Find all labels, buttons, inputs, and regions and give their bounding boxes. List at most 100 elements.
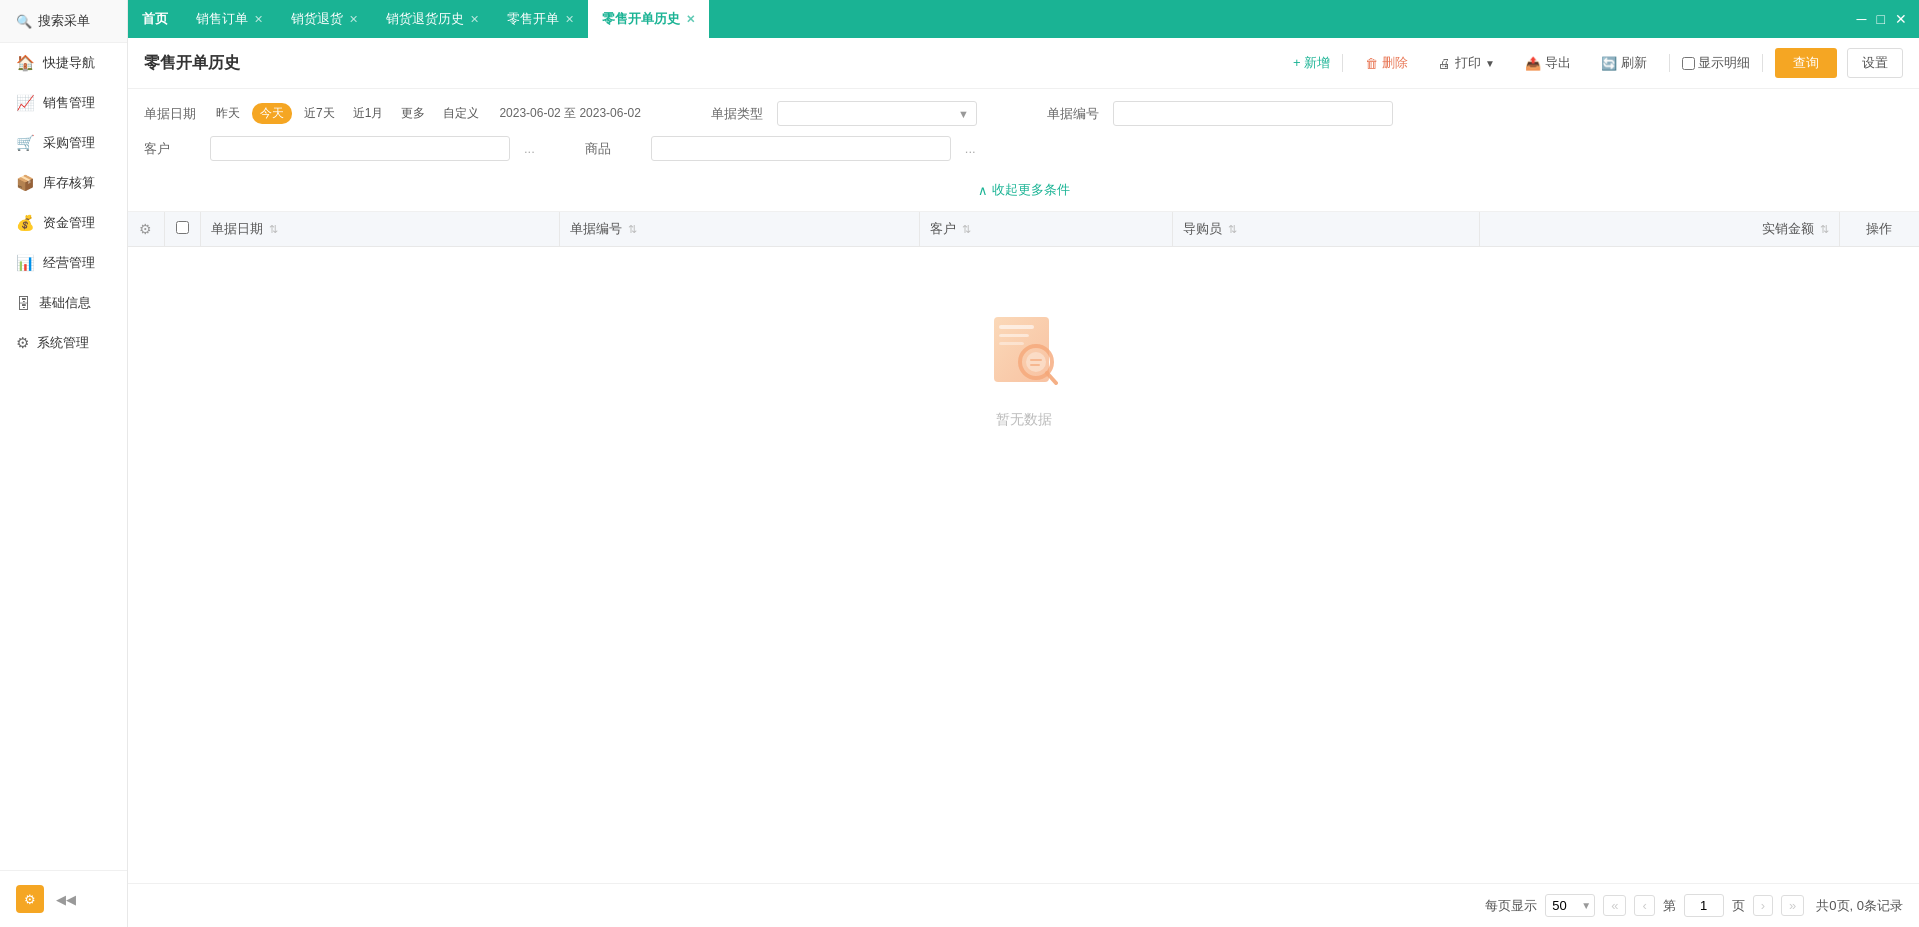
date-opt-custom[interactable]: 自定义: [437, 103, 485, 124]
type-select[interactable]: [777, 101, 977, 126]
sidebar-item-base-info[interactable]: 🗄 基础信息: [0, 283, 127, 323]
type-select-wrapper: ▼: [777, 101, 977, 126]
sidebar-item-sys-mgmt[interactable]: ⚙ 系统管理: [0, 323, 127, 363]
sidebar-bottom: ⚙ ◀◀: [0, 870, 127, 927]
customer-more-icon[interactable]: ...: [524, 141, 535, 156]
sidebar-item-inventory[interactable]: 📦 库存核算: [0, 163, 127, 203]
sidebar-search[interactable]: 🔍 搜索采单: [0, 0, 127, 43]
guide-sort-icon[interactable]: ⇅: [1228, 223, 1237, 236]
page-size-label: 每页显示: [1485, 897, 1537, 915]
collapse-sidebar-button[interactable]: ◀◀: [52, 885, 80, 913]
filter-row-2: 客户 ... 商品 ...: [144, 136, 1903, 161]
goods-input[interactable]: [651, 136, 951, 161]
sidebar-item-quick-nav[interactable]: 🏠 快捷导航: [0, 43, 127, 83]
tab-retail-history-close[interactable]: ✕: [686, 13, 695, 26]
tab-retail-history-label: 零售开单历史: [602, 10, 680, 28]
sidebar: 🔍 搜索采单 🏠 快捷导航 📈 销售管理 🛒 采购管理 📦 库存核算 💰 资金管…: [0, 0, 128, 927]
sidebar-item-operations[interactable]: 📊 经营管理: [0, 243, 127, 283]
date-opt-7days[interactable]: 近7天: [298, 103, 341, 124]
goods-more-icon[interactable]: ...: [965, 141, 976, 156]
sidebar-item-sales-mgmt[interactable]: 📈 销售管理: [0, 83, 127, 123]
page-size-select[interactable]: 10 20 50 100: [1545, 894, 1595, 917]
print-dropdown-icon: ▼: [1485, 58, 1495, 69]
date-opt-yesterday[interactable]: 昨天: [210, 103, 246, 124]
page-title: 零售开单历史: [144, 53, 1293, 74]
refresh-button[interactable]: 🔄 刷新: [1591, 49, 1657, 77]
number-input[interactable]: [1113, 101, 1393, 126]
sidebar-item-finance[interactable]: 💰 资金管理: [0, 203, 127, 243]
tab-sales-return[interactable]: 销货退货 ✕: [277, 0, 372, 38]
search-icon: 🔍: [16, 14, 32, 29]
collapse-filter-button[interactable]: ∧ 收起更多条件: [972, 175, 1076, 205]
divider-3: [1762, 54, 1763, 72]
collapse-filter-row: ∧ 收起更多条件: [144, 171, 1903, 211]
date-opt-today[interactable]: 今天: [252, 103, 292, 124]
type-label: 单据类型: [711, 105, 767, 123]
main-area: 首页 销售订单 ✕ 销货退货 ✕ 销货退货历史 ✕ 零售开单 ✕ 零售开单历史 …: [128, 0, 1919, 927]
window-maximize-button[interactable]: □: [1877, 11, 1885, 27]
date-label: 单据日期: [144, 105, 200, 123]
svg-rect-3: [999, 342, 1024, 345]
empty-state: 暂无数据: [128, 247, 1919, 469]
export-button[interactable]: 📤 导出: [1515, 49, 1581, 77]
display-detail-toggle[interactable]: 显示明细: [1682, 54, 1750, 72]
date-opt-more[interactable]: 更多: [395, 103, 431, 124]
last-page-button[interactable]: »: [1781, 895, 1804, 916]
tab-sales-order-close[interactable]: ✕: [254, 13, 263, 26]
tab-home[interactable]: 首页: [128, 0, 182, 38]
page-number-input[interactable]: [1684, 894, 1724, 917]
tab-sales-return-history-close[interactable]: ✕: [470, 13, 479, 26]
collapse-filter-label: 收起更多条件: [992, 181, 1070, 199]
date-opt-1month[interactable]: 近1月: [347, 103, 390, 124]
col-settings-icon[interactable]: ⚙: [139, 221, 152, 237]
date-sort-icon[interactable]: ⇅: [269, 223, 278, 236]
display-detail-checkbox[interactable]: [1682, 57, 1695, 70]
new-button[interactable]: + 新增: [1293, 54, 1330, 72]
tab-sales-return-history-label: 销货退货历史: [386, 10, 464, 28]
goods-label: 商品: [585, 140, 641, 158]
filter-area: 单据日期 昨天 今天 近7天 近1月 更多 自定义 2023-06-02 至 2…: [128, 89, 1919, 212]
export-icon: 📤: [1525, 56, 1541, 71]
settings-button[interactable]: 设置: [1847, 48, 1903, 78]
tab-retail-history[interactable]: 零售开单历史 ✕: [588, 0, 709, 38]
page-label: 第: [1663, 897, 1676, 915]
date-range-display: 2023-06-02 至 2023-06-02: [499, 105, 640, 122]
box-icon: 📦: [16, 174, 35, 192]
refresh-icon: 🔄: [1601, 56, 1617, 71]
window-minimize-button[interactable]: ─: [1857, 11, 1867, 27]
next-page-button[interactable]: ›: [1753, 895, 1773, 916]
col-checkbox-header: [164, 212, 200, 247]
sidebar-item-purchase-mgmt[interactable]: 🛒 采购管理: [0, 123, 127, 163]
prev-page-button[interactable]: ‹: [1634, 895, 1654, 916]
tab-retail-open-close[interactable]: ✕: [565, 13, 574, 26]
sidebar-item-label: 基础信息: [39, 294, 91, 312]
print-icon: 🖨: [1438, 56, 1451, 71]
col-gear: ⚙: [128, 212, 164, 247]
number-label: 单据编号: [1047, 105, 1103, 123]
amount-sort-icon[interactable]: ⇅: [1820, 223, 1829, 236]
tab-sales-return-history[interactable]: 销货退货历史 ✕: [372, 0, 493, 38]
table-area: ⚙ 单据日期 ⇅ 单据编号: [128, 212, 1919, 883]
query-button[interactable]: 查询: [1775, 48, 1837, 78]
tab-sales-order[interactable]: 销售订单 ✕: [182, 0, 277, 38]
customer-sort-icon[interactable]: ⇅: [962, 223, 971, 236]
window-close-button[interactable]: ✕: [1895, 11, 1907, 27]
customer-input[interactable]: [210, 136, 510, 161]
delete-button[interactable]: 🗑 删除: [1355, 49, 1418, 77]
sidebar-item-label: 资金管理: [43, 214, 95, 232]
first-page-button[interactable]: «: [1603, 895, 1626, 916]
sidebar-item-label: 销售管理: [43, 94, 95, 112]
toolbar-actions: + 新增 🗑 删除 🖨 打印 ▼ 📤 导出 🔄 刷新: [1293, 48, 1903, 78]
select-all-checkbox[interactable]: [176, 221, 189, 234]
sidebar-search-label: 搜索采单: [38, 12, 90, 30]
divider-2: [1669, 54, 1670, 72]
number-sort-icon[interactable]: ⇅: [628, 223, 637, 236]
settings-button[interactable]: ⚙: [16, 885, 44, 913]
filter-row-1: 单据日期 昨天 今天 近7天 近1月 更多 自定义 2023-06-02 至 2…: [144, 101, 1903, 126]
tab-sales-return-label: 销货退货: [291, 10, 343, 28]
print-button[interactable]: 🖨 打印 ▼: [1428, 49, 1505, 77]
tab-sales-return-close[interactable]: ✕: [349, 13, 358, 26]
content-area: 零售开单历史 + 新增 🗑 删除 🖨 打印 ▼ 📤 导出 �: [128, 38, 1919, 927]
tab-retail-open[interactable]: 零售开单 ✕: [493, 0, 588, 38]
svg-rect-1: [999, 325, 1034, 329]
